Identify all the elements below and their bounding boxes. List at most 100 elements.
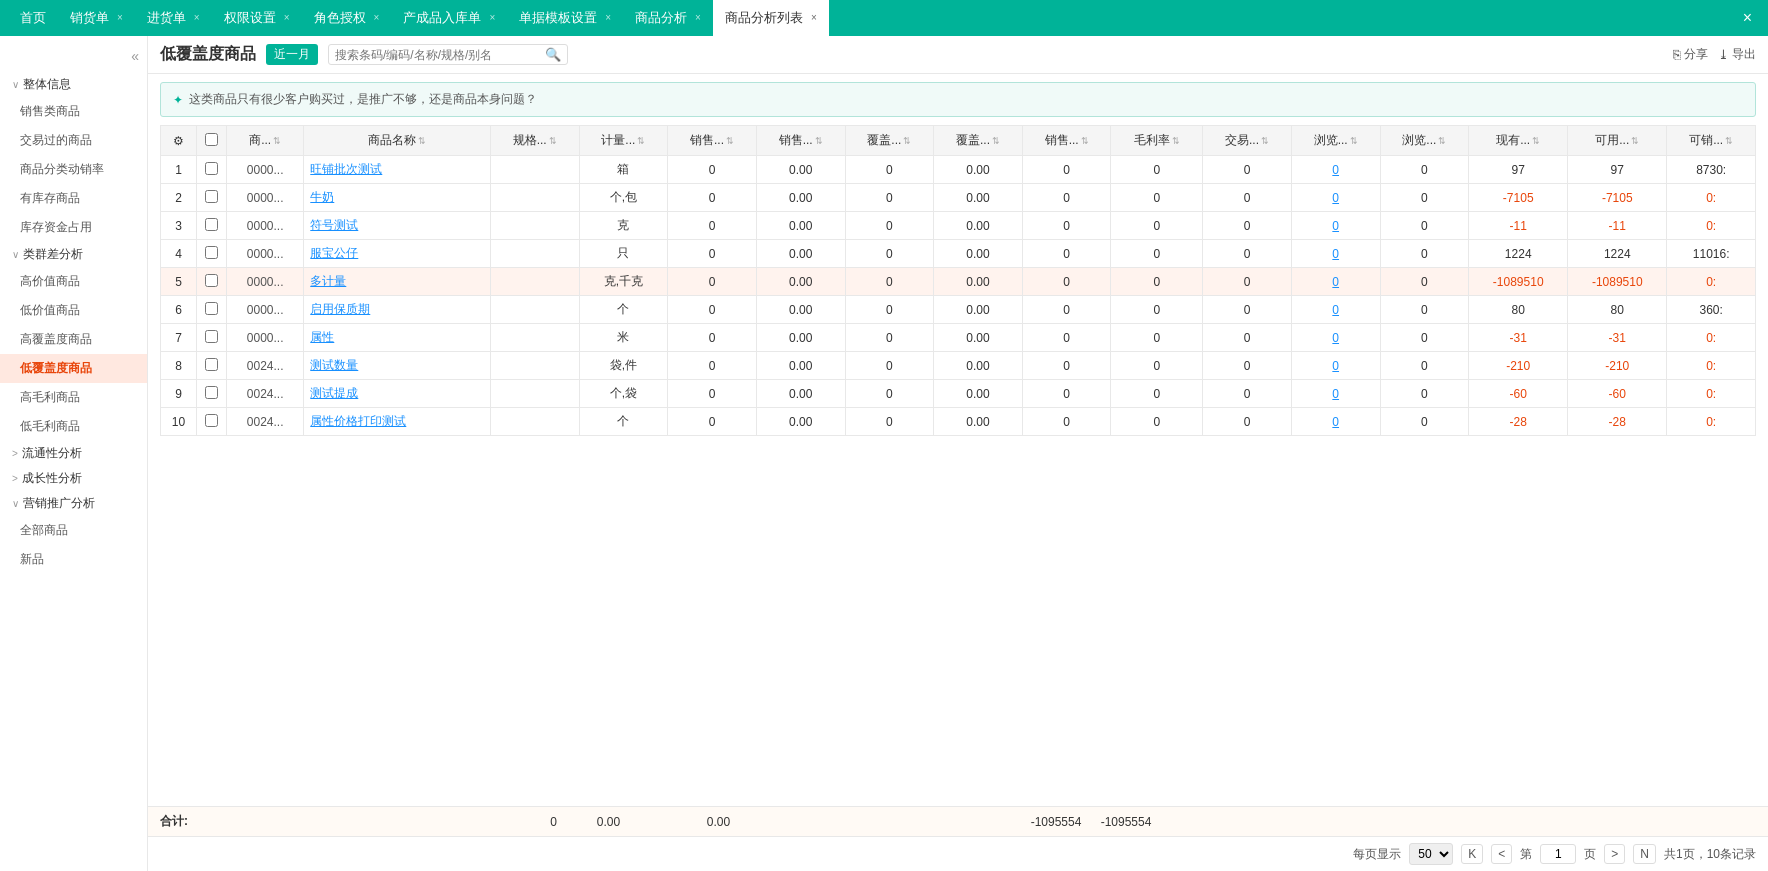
sidebar-group-marketing-analysis[interactable]: ∨ 营销推广分析 xyxy=(0,491,147,516)
nav-product-analysis-list[interactable]: 商品分析列表 × xyxy=(713,0,829,36)
close-icon[interactable]: × xyxy=(117,0,123,36)
period-button[interactable]: 近一月 xyxy=(266,44,318,65)
sidebar-item-inventory-capital[interactable]: 库存资金占用 xyxy=(0,213,147,242)
per-page-select[interactable]: 50 xyxy=(1409,843,1453,865)
nav-purchase-order[interactable]: 进货单 × xyxy=(135,0,212,36)
row-checkbox[interactable] xyxy=(197,296,227,324)
next-page-button[interactable]: > xyxy=(1604,844,1625,864)
close-icon[interactable]: × xyxy=(811,0,817,36)
sidebar-item-inventory-goods[interactable]: 有库存商品 xyxy=(0,184,147,213)
row-name[interactable]: 服宝公仔 xyxy=(304,240,491,268)
close-icon[interactable]: × xyxy=(695,0,701,36)
close-icon[interactable]: × xyxy=(194,0,200,36)
sidebar-item-high-margin[interactable]: 高毛利商品 xyxy=(0,383,147,412)
search-input[interactable] xyxy=(335,48,541,62)
row-browse1[interactable]: 0 xyxy=(1291,156,1380,184)
row-name[interactable]: 符号测试 xyxy=(304,212,491,240)
row-browse1[interactable]: 0 xyxy=(1291,352,1380,380)
checkbox-column-header[interactable] xyxy=(197,126,227,156)
table-container[interactable]: ⚙ 商... ⇅ 商品名称 xyxy=(148,125,1768,806)
sidebar-group-class-analysis[interactable]: ∨ 类群差分析 xyxy=(0,242,147,267)
row-checkbox[interactable] xyxy=(197,240,227,268)
row-checkbox[interactable] xyxy=(197,268,227,296)
cover1-column-header[interactable]: 覆盖... ⇅ xyxy=(845,126,934,156)
row-browse1[interactable]: 0 xyxy=(1291,212,1380,240)
sales2-column-header[interactable]: 销售... ⇅ xyxy=(756,126,845,156)
nav-role-auth[interactable]: 角色授权 × xyxy=(302,0,392,36)
settings-column-header[interactable]: ⚙ xyxy=(161,126,197,156)
row-name[interactable]: 启用保质期 xyxy=(304,296,491,324)
row-name[interactable]: 牛奶 xyxy=(304,184,491,212)
gross-rate-column-header[interactable]: 毛利率 ⇅ xyxy=(1111,126,1203,156)
row-browse1[interactable]: 0 xyxy=(1291,240,1380,268)
sales3-column-header[interactable]: 销售... ⇅ xyxy=(1022,126,1111,156)
row-checkbox[interactable] xyxy=(197,352,227,380)
row-name[interactable]: 测试数量 xyxy=(304,352,491,380)
search-box[interactable]: 🔍 xyxy=(328,44,568,65)
trade-column-header[interactable]: 交易... ⇅ xyxy=(1203,126,1292,156)
row-name[interactable]: 属性价格打印测试 xyxy=(304,408,491,436)
row-name[interactable]: 旺铺批次测试 xyxy=(304,156,491,184)
share-button[interactable]: ⎘ 分享 xyxy=(1673,46,1708,63)
nav-home[interactable]: 首页 xyxy=(8,0,58,36)
close-all-button[interactable]: × xyxy=(1735,9,1760,27)
close-icon[interactable]: × xyxy=(605,0,611,36)
nav-product-analysis[interactable]: 商品分析 × xyxy=(623,0,713,36)
sales1-column-header[interactable]: 销售... ⇅ xyxy=(668,126,757,156)
sidebar-item-low-value[interactable]: 低价值商品 xyxy=(0,296,147,325)
prev-page-button[interactable]: < xyxy=(1491,844,1512,864)
row-browse1[interactable]: 0 xyxy=(1291,408,1380,436)
browse2-column-header[interactable]: 浏览... ⇅ xyxy=(1380,126,1469,156)
search-icon[interactable]: 🔍 xyxy=(545,47,561,62)
row-name[interactable]: 测试提成 xyxy=(304,380,491,408)
row-browse1[interactable]: 0 xyxy=(1291,268,1380,296)
first-page-button[interactable]: K xyxy=(1461,844,1483,864)
row-checkbox[interactable] xyxy=(197,156,227,184)
close-icon[interactable]: × xyxy=(489,0,495,36)
sidebar-item-category-sales-rate[interactable]: 商品分类动销率 xyxy=(0,155,147,184)
select-all-checkbox[interactable] xyxy=(205,133,218,146)
nav-template-settings[interactable]: 单据模板设置 × xyxy=(507,0,623,36)
sidebar-item-new-goods[interactable]: 新品 xyxy=(0,545,147,574)
sidebar-item-traded-goods[interactable]: 交易过的商品 xyxy=(0,126,147,155)
row-browse1[interactable]: 0 xyxy=(1291,380,1380,408)
row-checkbox[interactable] xyxy=(197,212,227,240)
browse1-column-header[interactable]: 浏览... ⇅ xyxy=(1291,126,1380,156)
saleable-column-header[interactable]: 可销... ⇅ xyxy=(1667,126,1756,156)
available-column-header[interactable]: 可用... ⇅ xyxy=(1568,126,1667,156)
code-column-header[interactable]: 商... ⇅ xyxy=(227,126,304,156)
row-checkbox[interactable] xyxy=(197,380,227,408)
sidebar-collapse-button[interactable]: « xyxy=(0,44,147,72)
cover2-column-header[interactable]: 覆盖... ⇅ xyxy=(934,126,1023,156)
spec-column-header[interactable]: 规格... ⇅ xyxy=(490,126,579,156)
row-checkbox[interactable] xyxy=(197,408,227,436)
sidebar-item-low-margin[interactable]: 低毛利商品 xyxy=(0,412,147,441)
sidebar-group-flow-analysis[interactable]: > 流通性分析 xyxy=(0,441,147,466)
sidebar-item-all-goods[interactable]: 全部商品 xyxy=(0,516,147,545)
row-browse1[interactable]: 0 xyxy=(1291,296,1380,324)
name-column-header[interactable]: 商品名称 ⇅ xyxy=(304,126,491,156)
nav-product-storage[interactable]: 产成品入库单 × xyxy=(391,0,507,36)
sidebar-group-growth-analysis[interactable]: > 成长性分析 xyxy=(0,466,147,491)
current-column-header[interactable]: 现有... ⇅ xyxy=(1469,126,1568,156)
sidebar-item-sales-goods[interactable]: 销售类商品 xyxy=(0,97,147,126)
unit-column-header[interactable]: 计量... ⇅ xyxy=(579,126,668,156)
nav-permission-settings[interactable]: 权限设置 × xyxy=(212,0,302,36)
row-name[interactable]: 多计量 xyxy=(304,268,491,296)
row-checkbox[interactable] xyxy=(197,184,227,212)
close-icon[interactable]: × xyxy=(374,0,380,36)
row-checkbox[interactable] xyxy=(197,324,227,352)
row-browse1[interactable]: 0 xyxy=(1291,324,1380,352)
page-number-input[interactable] xyxy=(1540,844,1576,864)
row-name[interactable]: 属性 xyxy=(304,324,491,352)
sidebar-group-overall[interactable]: ∨ 整体信息 xyxy=(0,72,147,97)
export-button[interactable]: ⤓ 导出 xyxy=(1718,46,1756,63)
sidebar-item-low-coverage[interactable]: 低覆盖度商品 xyxy=(0,354,147,383)
row-browse1[interactable]: 0 xyxy=(1291,184,1380,212)
sidebar-item-high-coverage[interactable]: 高覆盖度商品 xyxy=(0,325,147,354)
last-page-button[interactable]: N xyxy=(1633,844,1656,864)
nav-sales-order[interactable]: 销货单 × xyxy=(58,0,135,36)
close-icon[interactable]: × xyxy=(284,0,290,36)
settings-icon[interactable]: ⚙ xyxy=(173,134,184,148)
sidebar-item-high-value[interactable]: 高价值商品 xyxy=(0,267,147,296)
